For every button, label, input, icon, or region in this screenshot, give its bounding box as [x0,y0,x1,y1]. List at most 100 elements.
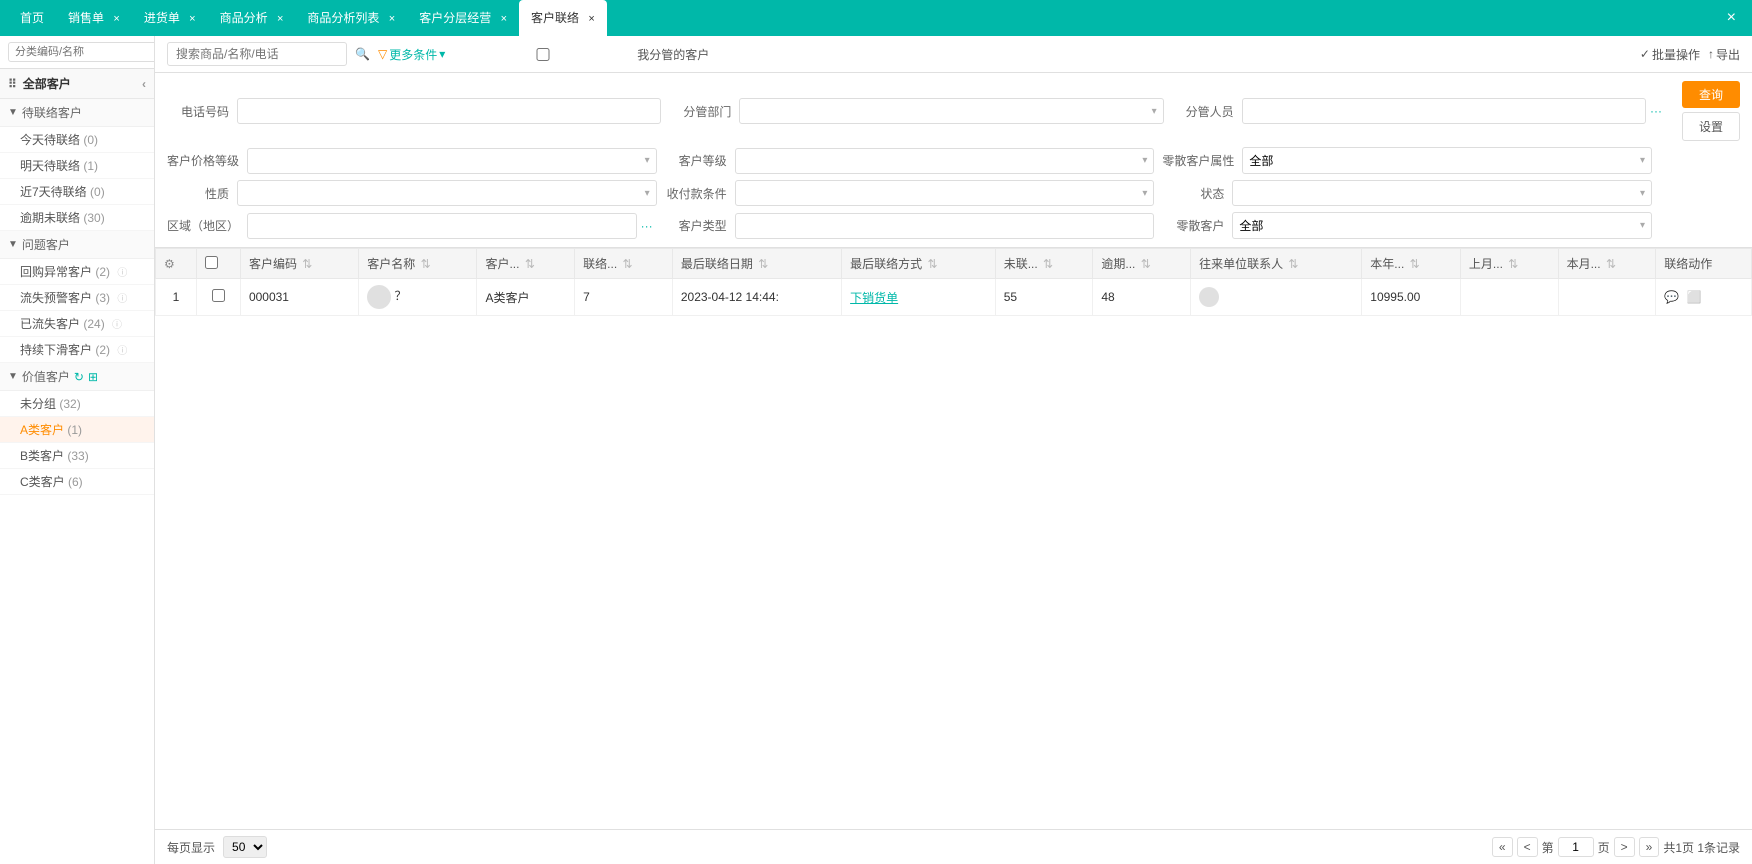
more-filters-btn[interactable]: ▽ 更多条件 ▾ [378,46,445,63]
filter-search-icon[interactable]: 🔍 [355,47,370,61]
nature-select[interactable]: ▾ [237,180,657,206]
retail-attr-select[interactable]: 全部 ▾ [1242,147,1652,174]
sidebar-item-today[interactable]: 今天待联络 (0) [0,127,154,153]
close-sales-tab[interactable]: × [113,13,119,25]
sidebar-group-value[interactable]: ▼ 价值客户 ↻ ⊞ [0,363,154,391]
nav-tab-purchase[interactable]: 进货单 × [132,0,208,36]
retail-attr-label: 零散客户属性 [1162,152,1242,169]
sidebar-item-ungroup[interactable]: 未分组 (32) [0,391,154,417]
th-this-year[interactable]: 本年... ⇅ [1362,249,1461,279]
filter-row-2: 客户价格等级 ▾ 客户等级 ▾ 零散客户属性 全部 [167,147,1740,174]
nav-tab-sales[interactable]: 销售单 × [56,0,132,36]
th-name[interactable]: 客户名称 ⇅ [359,249,477,279]
last-page-btn[interactable]: » [1639,837,1660,857]
price-level-select[interactable]: ▾ [247,148,657,174]
retail-select[interactable]: 全部 ▾ [1232,212,1652,239]
close-contact-tab[interactable]: × [588,13,594,25]
th-not-contact[interactable]: 未联... ⇅ [995,249,1093,279]
close-segment-tab[interactable]: × [501,13,507,25]
setting-button[interactable]: 设置 [1682,112,1740,141]
more-action-btn[interactable]: ⬜ [1687,290,1702,304]
query-button[interactable]: 查询 [1682,81,1740,108]
chevron-down-icon-6: ▾ [1142,188,1147,199]
last-method-link[interactable]: 下销货单 [850,291,898,305]
th-this-month[interactable]: 本月... ⇅ [1558,249,1656,279]
th-type[interactable]: 客户... ⇅ [477,249,575,279]
th-last-month[interactable]: 上月... ⇅ [1460,249,1558,279]
next-page-btn[interactable]: > [1614,837,1635,857]
sidebar-search-input[interactable] [8,42,155,62]
gear-icon[interactable]: ⚙ [164,257,175,271]
page-word: 第 [1542,839,1554,856]
close-analysis-list-tab[interactable]: × [389,13,395,25]
payment-select[interactable]: ▾ [735,180,1155,206]
th-contact[interactable]: 联络... ⇅ [575,249,673,279]
sidebar-collapse-btn[interactable]: ‹ [142,77,146,91]
phone-input[interactable] [237,98,661,124]
row-not-contact: 55 [995,279,1093,316]
sidebar-item-7days[interactable]: 近7天待联络 (0) [0,179,154,205]
prev-page-btn[interactable]: < [1517,837,1538,857]
page-size-select[interactable]: 50 [223,836,267,858]
chat-action-btn[interactable]: 💬 [1664,290,1679,304]
sidebar-search-bar: 🔍 [0,36,154,69]
dept-select[interactable]: ▾ [739,98,1163,124]
status-select[interactable]: ▾ [1232,180,1652,206]
customer-level-select[interactable]: ▾ [735,148,1155,174]
search-input[interactable] [167,42,347,66]
sidebar-item-overdue[interactable]: 逾期未联络 (30) [0,205,154,231]
nav-tab-analysis-list[interactable]: 商品分析列表 × [295,0,407,36]
th-code[interactable]: 客户编码 ⇅ [240,249,358,279]
batch-ops-btn[interactable]: ✓ 批量操作 [1640,46,1700,63]
sidebar-all-customers-header[interactable]: ⠿ 全部客户 ‹ [0,69,154,99]
sidebar-item-declining[interactable]: 持续下滑客户 (2) ⓘ [0,337,154,363]
row-last-method[interactable]: 下销货单 [842,279,996,316]
close-purchase-tab[interactable]: × [189,13,195,25]
my-customers-checkbox[interactable]: 我分管的客户 [453,46,709,63]
sidebar-item-a-customers[interactable]: A类客户 (1) [0,417,154,443]
content-area: 🔍 ▽ 更多条件 ▾ 我分管的客户 ✓ 批量操作 ↑ 导出 [155,36,1752,864]
customer-type-input[interactable] [735,213,1155,239]
my-customers-check[interactable] [453,48,633,61]
advanced-filters: 电话号码 分管部门 ▾ 分管人员 ··· 查询 设置 [155,73,1752,248]
sidebar-item-b-customers[interactable]: B类客户 (33) [0,443,154,469]
sidebar-item-c-customers[interactable]: C类客户 (6) [0,469,154,495]
row-action-cell: 💬 ⬜ [1656,279,1752,316]
manager-dots-btn[interactable]: ··· [1646,104,1666,118]
nav-home[interactable]: 首页 [8,0,56,36]
row-checkbox-cell[interactable] [196,279,240,316]
manager-input[interactable] [1242,98,1646,124]
filter-cell-payment: 收付款条件 ▾ [665,180,1155,206]
sidebar-item-churn-warning[interactable]: 流失预警客户 (3) ⓘ [0,285,154,311]
th-contact-person[interactable]: 往来单位联系人 ⇅ [1191,249,1362,279]
select-all-checkbox[interactable] [205,256,218,269]
sidebar-group-problem[interactable]: ▼ 问题客户 [0,231,154,259]
nav-tab-analysis[interactable]: 商品分析 × [208,0,296,36]
filter-cell-price-level: 客户价格等级 ▾ [167,148,657,174]
page-number-input[interactable] [1558,837,1594,857]
close-analysis-tab[interactable]: × [277,13,283,25]
filter-cell-region: 区域（地区） ··· [167,213,657,239]
th-gear[interactable]: ⚙ [156,249,197,279]
th-checkbox[interactable] [196,249,240,279]
th-last-date[interactable]: 最后联络日期 ⇅ [672,249,841,279]
export-btn[interactable]: ↑ 导出 [1708,46,1740,63]
nav-tab-customer-segment[interactable]: 客户分层经营 × [407,0,519,36]
settings-value-icon[interactable]: ⊞ [88,370,98,384]
region-dots-btn[interactable]: ··· [637,219,657,233]
first-page-btn[interactable]: « [1492,837,1513,857]
sidebar-group-pending[interactable]: ▼ 待联络客户 [0,99,154,127]
sidebar-item-churned[interactable]: 已流失客户 (24) ⓘ [0,311,154,337]
sidebar-item-repurchase-abnormal[interactable]: 回购异常客户 (2) ⓘ [0,259,154,285]
refresh-icon[interactable]: ↻ [74,370,84,384]
sidebar-item-tomorrow[interactable]: 明天待联络 (1) [0,153,154,179]
row-checkbox[interactable] [212,289,225,302]
nav-tab-customer-contact[interactable]: 客户联络 × [519,0,607,36]
th-overdue[interactable]: 逾期... ⇅ [1093,249,1191,279]
region-input[interactable] [247,213,637,239]
info-icon-3: ⓘ [112,320,122,331]
close-all-tabs[interactable]: × [1719,9,1744,27]
th-last-method[interactable]: 最后联络方式 ⇅ [842,249,996,279]
chevron-down-icon-3: ▾ [1142,155,1147,166]
region-label: 区域（地区） [167,217,247,234]
